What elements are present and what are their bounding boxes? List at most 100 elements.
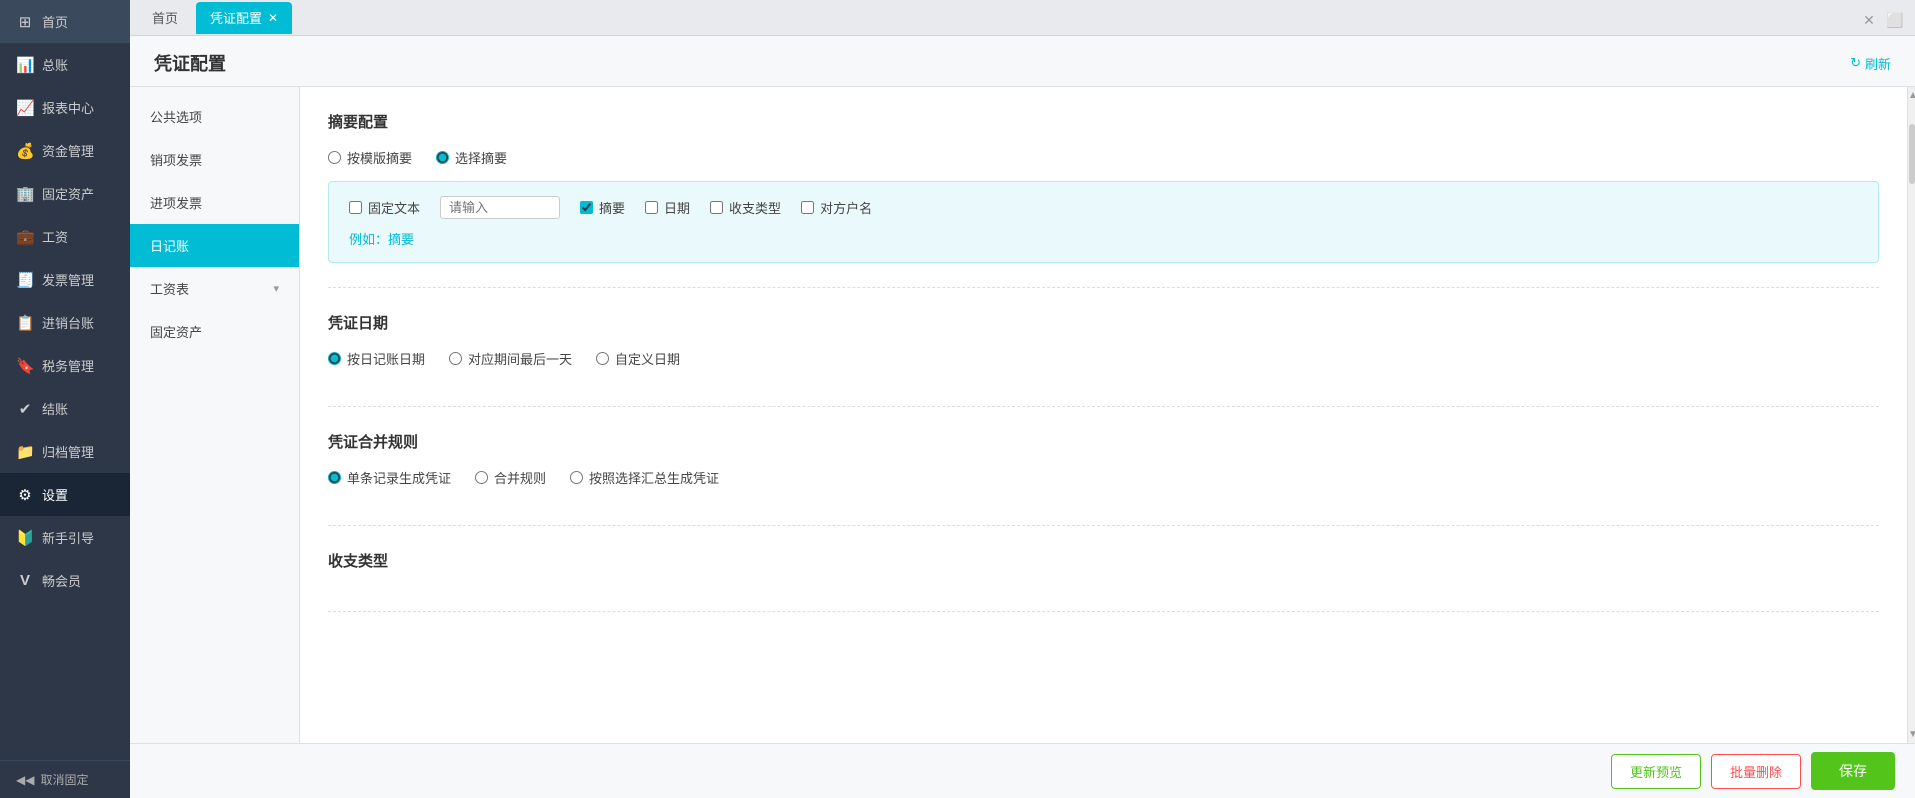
summary-checkbox[interactable]: 摘要 [580, 198, 625, 217]
merge-rules-input[interactable] [475, 471, 488, 484]
sidebar-item-guide-label: 新手引导 [42, 528, 94, 547]
scroll-thumb[interactable] [1909, 124, 1915, 184]
sidebar-item-close[interactable]: ✔ 结账 [0, 387, 130, 430]
sidebar-item-invoice-mgmt[interactable]: 🧾 发票管理 [0, 258, 130, 301]
tab-close-icon[interactable]: ✕ [268, 11, 278, 25]
left-nav: 公共选项 销项发票 进项发票 日记账 工资表 ▾ 固定资产 [130, 87, 300, 743]
sidebar-item-tax[interactable]: 🔖 税务管理 [0, 344, 130, 387]
left-nav-sales-invoice[interactable]: 销项发票 [130, 138, 299, 181]
left-nav-payroll-sheet-label: 工资表 [150, 279, 189, 298]
close-window-button[interactable]: ✕ [1857, 8, 1881, 32]
sidebar-item-archive[interactable]: 📁 归档管理 [0, 430, 130, 473]
tab-home-label: 首页 [152, 8, 178, 27]
sidebar-item-invoice-mgmt-label: 发票管理 [42, 270, 94, 289]
counterpart-input[interactable] [801, 201, 814, 214]
update-preview-button[interactable]: 更新预览 [1611, 754, 1701, 789]
custom-date-input[interactable] [596, 352, 609, 365]
custom-date-radio[interactable]: 自定义日期 [596, 349, 680, 368]
counterpart-checkbox[interactable]: 对方户名 [801, 198, 872, 217]
tab-voucher-config[interactable]: 凭证配置 ✕ [196, 2, 292, 34]
payment-type-checkbox[interactable]: 收支类型 [710, 198, 781, 217]
scroll-up-arrow[interactable]: ▲ [1908, 87, 1915, 104]
summary-generate-radio[interactable]: 按照选择汇总生成凭证 [570, 468, 719, 487]
sidebar-item-fund[interactable]: 💰 资金管理 [0, 129, 130, 172]
sidebar: ⊞ 首页 📊 总账 📈 报表中心 💰 资金管理 🏢 固定资产 💼 工资 🧾 发票… [0, 0, 130, 798]
select-summary-radio[interactable]: 选择摘要 [436, 148, 507, 167]
fixed-text-input[interactable] [349, 201, 362, 214]
example-text: 例如：摘要 [349, 229, 1858, 248]
batch-delete-button[interactable]: 批量删除 [1711, 754, 1801, 789]
refresh-button[interactable]: ↻ 刷新 [1850, 54, 1891, 73]
left-nav-purchase-invoice-label: 进项发票 [150, 193, 202, 212]
left-nav-public[interactable]: 公共选项 [130, 95, 299, 138]
content-area: 公共选项 销项发票 进项发票 日记账 工资表 ▾ 固定资产 摘要配置 [130, 87, 1915, 743]
sidebar-item-purchase-sale[interactable]: 📋 进销台账 [0, 301, 130, 344]
sidebar-item-fund-label: 资金管理 [42, 141, 94, 160]
last-period-label: 对应期间最后一天 [468, 349, 572, 368]
summary-config-box: 固定文本 摘要 日期 收支类型 [328, 181, 1879, 263]
pin-label: 取消固定 [40, 771, 88, 788]
left-nav-journal[interactable]: 日记账 [130, 224, 299, 267]
single-record-label: 单条记录生成凭证 [347, 468, 451, 487]
pin-left-icon: ◀◀ [16, 773, 34, 787]
sidebar-item-ledger[interactable]: 📊 总账 [0, 43, 130, 86]
settings-icon: ⚙ [16, 486, 34, 504]
sidebar-item-vip[interactable]: V 畅会员 [0, 559, 130, 602]
sidebar-item-guide[interactable]: 🔰 新手引导 [0, 516, 130, 559]
sidebar-item-payroll[interactable]: 💼 工资 [0, 215, 130, 258]
single-record-radio[interactable]: 单条记录生成凭证 [328, 468, 451, 487]
example-prefix: 例如： [349, 232, 388, 247]
template-summary-input[interactable] [328, 151, 341, 164]
left-nav-fixed-assets[interactable]: 固定资产 [130, 310, 299, 353]
purchase-sale-icon: 📋 [16, 314, 34, 332]
single-record-input[interactable] [328, 471, 341, 484]
page-title: 凭证配置 [154, 50, 226, 76]
select-summary-input[interactable] [436, 151, 449, 164]
sidebar-item-close-label: 结账 [42, 399, 68, 418]
sidebar-item-report[interactable]: 📈 报表中心 [0, 86, 130, 129]
voucher-date-title: 凭证日期 [328, 312, 1879, 333]
vip-icon: V [16, 572, 34, 589]
voucher-date-radio-group: 按日记账日期 对应期间最后一天 自定义日期 [328, 349, 1879, 368]
assets-icon: 🏢 [16, 185, 34, 203]
refresh-icon: ↻ [1850, 55, 1861, 71]
journal-date-radio[interactable]: 按日记账日期 [328, 349, 425, 368]
summary-label: 摘要 [599, 198, 625, 217]
sidebar-item-report-label: 报表中心 [42, 98, 94, 117]
fixed-text-field[interactable] [440, 196, 560, 219]
sidebar-item-home[interactable]: ⊞ 首页 [0, 0, 130, 43]
tab-home[interactable]: 首页 [138, 2, 192, 34]
merge-rules-label: 合并规则 [494, 468, 546, 487]
ledger-icon: 📊 [16, 56, 34, 74]
last-period-radio[interactable]: 对应期间最后一天 [449, 349, 572, 368]
left-nav-journal-label: 日记账 [150, 236, 189, 255]
select-summary-label: 选择摘要 [455, 148, 507, 167]
fixed-text-checkbox[interactable]: 固定文本 [349, 198, 420, 217]
maximize-window-button[interactable]: ⬜ [1883, 8, 1907, 32]
summary-generate-label: 按照选择汇总生成凭证 [589, 468, 719, 487]
merge-rules-section: 凭证合并规则 单条记录生成凭证 合并规则 按照选择汇总生成凭证 [328, 431, 1879, 526]
sidebar-item-settings[interactable]: ⚙ 设置 [0, 473, 130, 516]
merge-rules-title: 凭证合并规则 [328, 431, 1879, 452]
summary-generate-input[interactable] [570, 471, 583, 484]
template-summary-radio[interactable]: 按模版摘要 [328, 148, 412, 167]
sidebar-pin-toggle[interactable]: ◀◀ 取消固定 [0, 760, 130, 798]
sidebar-item-assets-label: 固定资产 [42, 184, 94, 203]
merge-rules-radio[interactable]: 合并规则 [475, 468, 546, 487]
save-button[interactable]: 保存 [1811, 752, 1895, 790]
date-input[interactable] [645, 201, 658, 214]
right-panel: 摘要配置 按模版摘要 选择摘要 固定文本 [300, 87, 1907, 743]
last-period-input[interactable] [449, 352, 462, 365]
payment-type-input[interactable] [710, 201, 723, 214]
left-nav-purchase-invoice[interactable]: 进项发票 [130, 181, 299, 224]
sidebar-item-assets[interactable]: 🏢 固定资产 [0, 172, 130, 215]
left-nav-payroll-sheet[interactable]: 工资表 ▾ [130, 267, 299, 310]
scroll-down-arrow[interactable]: ▼ [1908, 726, 1915, 743]
summary-input[interactable] [580, 201, 593, 214]
date-checkbox[interactable]: 日期 [645, 198, 690, 217]
merge-rules-radio-group: 单条记录生成凭证 合并规则 按照选择汇总生成凭证 [328, 468, 1879, 487]
fixed-text-label: 固定文本 [368, 198, 420, 217]
journal-date-input[interactable] [328, 352, 341, 365]
report-icon: 📈 [16, 99, 34, 117]
home-icon: ⊞ [16, 13, 34, 31]
